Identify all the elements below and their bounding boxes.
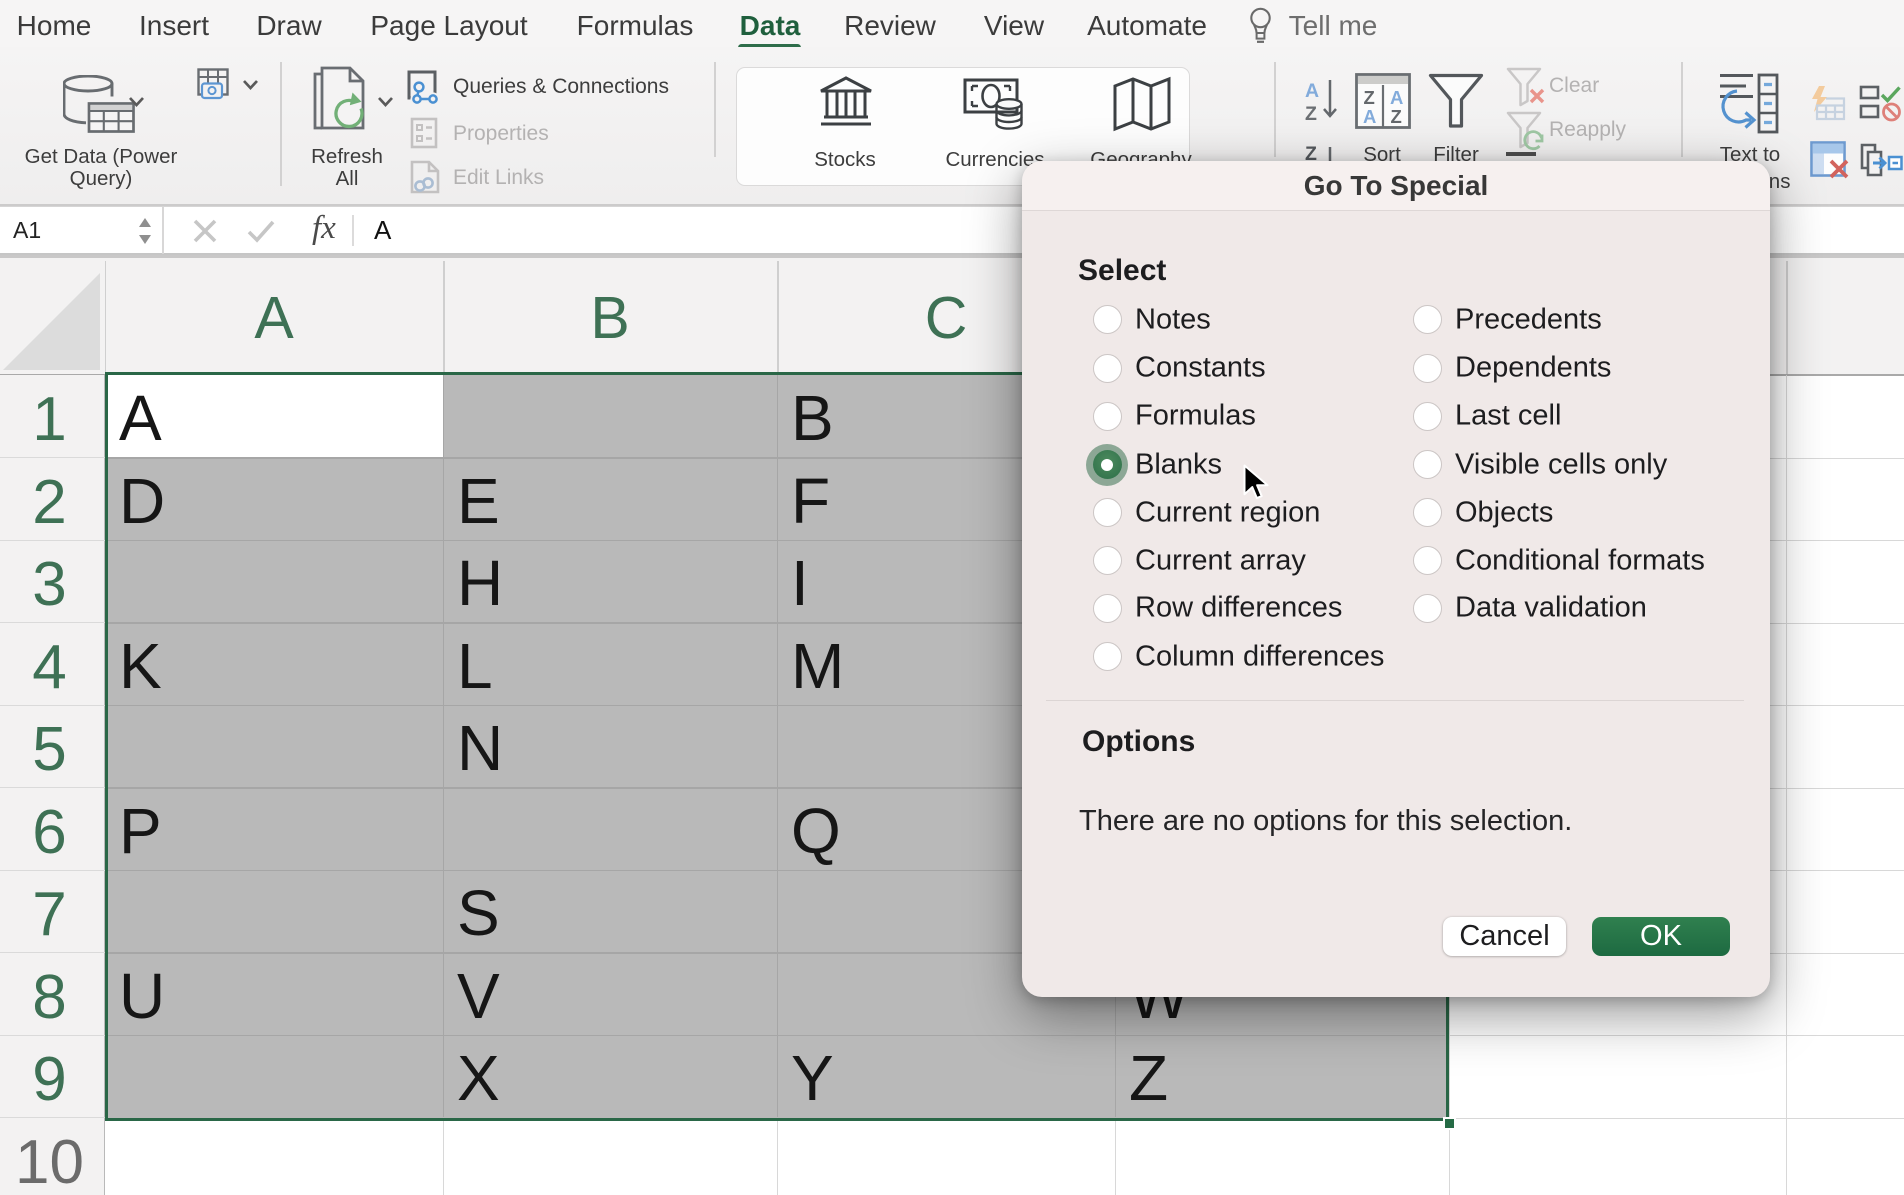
svg-text:A: A — [1305, 80, 1319, 102]
svg-text:Z: Z — [1305, 103, 1317, 124]
svg-text:Z: Z — [1391, 106, 1402, 127]
svg-text:A: A — [1390, 87, 1403, 108]
svg-text:Z: Z — [1305, 144, 1317, 161]
svg-text:Z: Z — [1364, 87, 1375, 108]
svg-text:A: A — [1363, 106, 1376, 127]
